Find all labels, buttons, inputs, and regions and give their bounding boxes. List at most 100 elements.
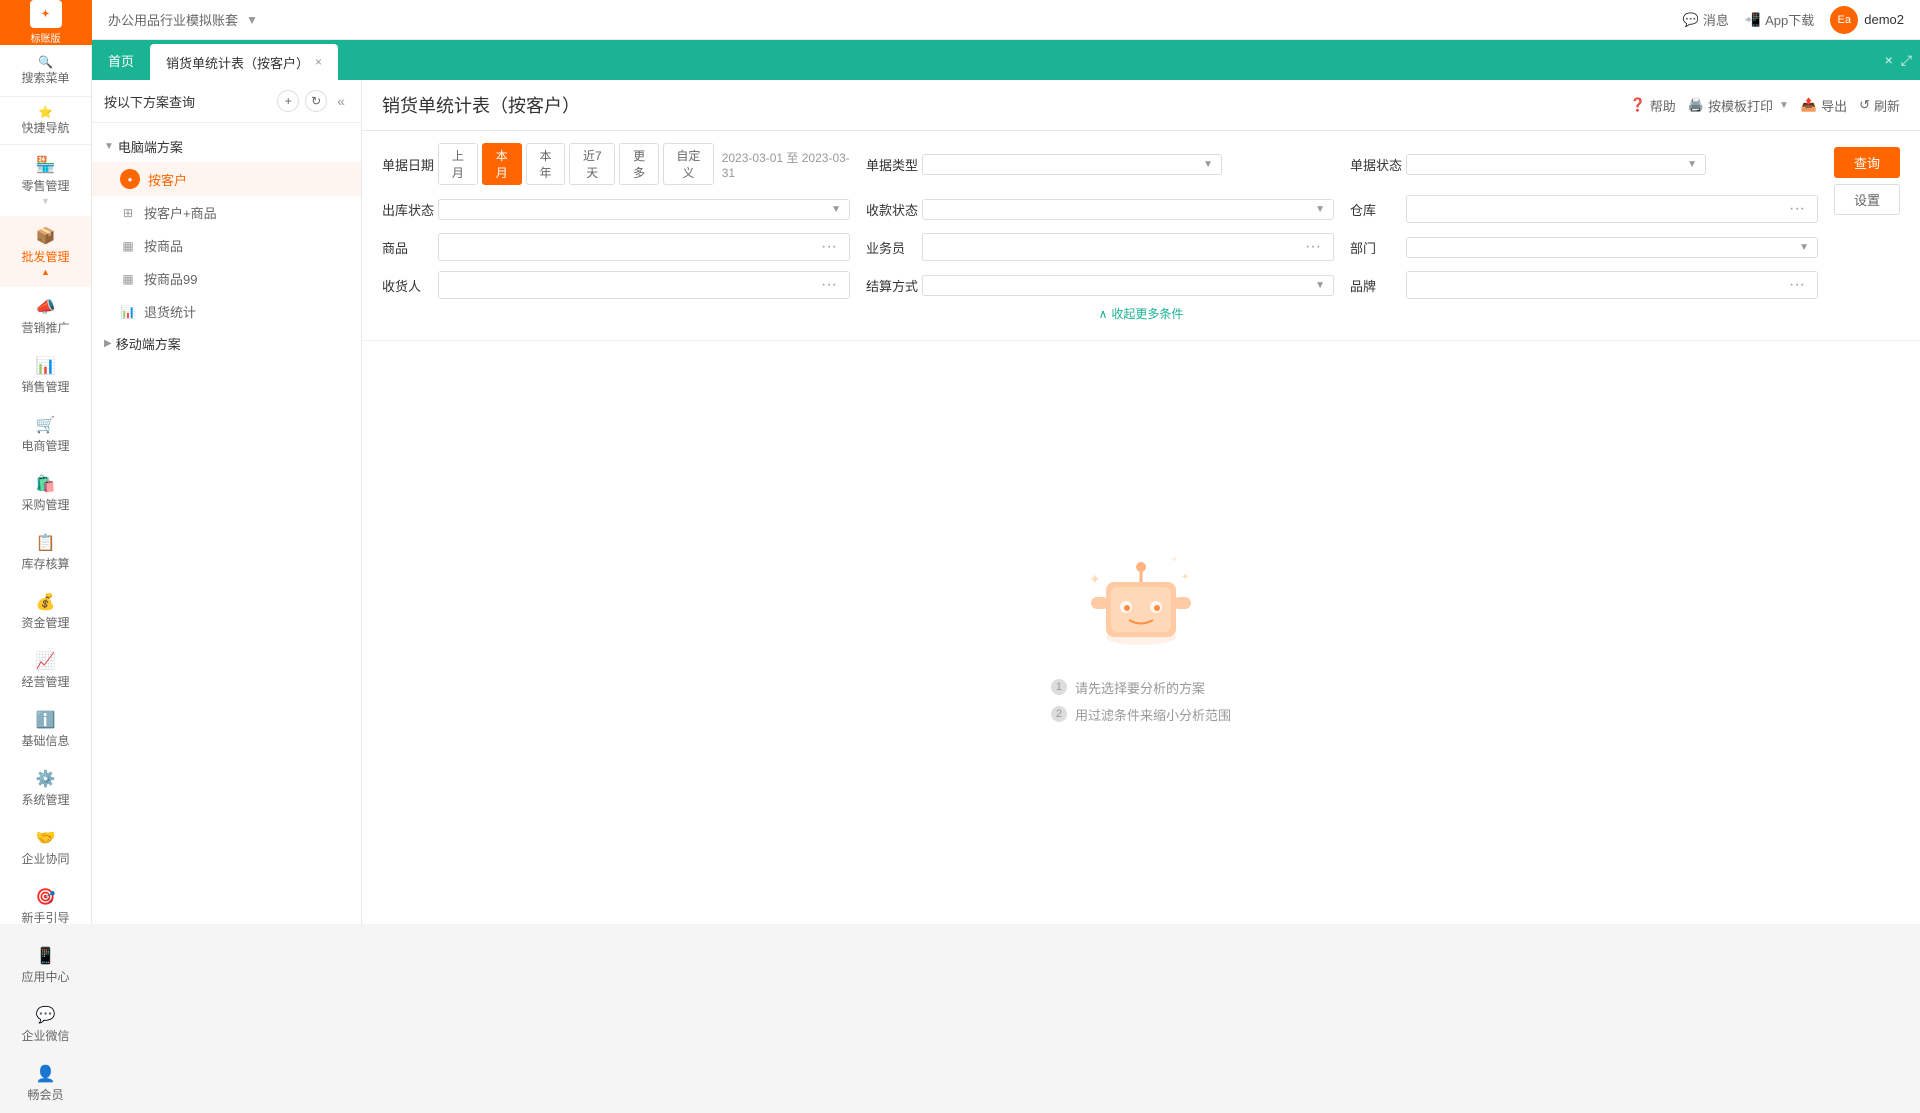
tab-close-btn[interactable]: × xyxy=(315,55,322,69)
query-button[interactable]: 查询 xyxy=(1834,147,1900,178)
help-label: 帮助 xyxy=(1650,96,1676,115)
tab-home[interactable]: 首页 xyxy=(92,40,150,80)
user-profile[interactable]: Ea demo2 xyxy=(1830,6,1904,34)
close-window-btn[interactable]: × xyxy=(1885,52,1893,69)
settlement-select[interactable]: ▼ xyxy=(922,275,1334,296)
order-status-select[interactable]: ▼ xyxy=(1406,154,1706,175)
order-type-select[interactable]: ▼ xyxy=(922,154,1222,175)
filter-date-field: 单据日期 上月 本月 本年 近7天 更多 自定义 2023-03-01 至 20… xyxy=(382,143,850,185)
date-filter: 上月 本月 本年 近7天 更多 自定义 2023-03-01 至 2023-03… xyxy=(438,143,850,185)
scheme-item-by-customer-goods[interactable]: ⊞ 按客户+商品 xyxy=(92,196,361,229)
quick-nav[interactable]: ⭐ 快捷导航 xyxy=(0,97,91,145)
sidebar-item-newbie[interactable]: 🎯 新手引导 xyxy=(0,877,91,936)
sidebar-item-ecommerce[interactable]: 🛒 电商管理 xyxy=(0,405,91,464)
receipt-status-select[interactable]: ▼ xyxy=(922,199,1334,220)
export-action[interactable]: 📤 导出 xyxy=(1801,96,1847,115)
marketing-icon: 📣 xyxy=(36,297,56,317)
sidebar-item-finance[interactable]: 💰 资金管理 xyxy=(0,582,91,641)
goods-dots[interactable]: ··· xyxy=(817,238,841,256)
date-btn-more[interactable]: 更多 xyxy=(619,143,659,185)
finance-icon: 💰 xyxy=(36,592,56,612)
settings-button[interactable]: 设置 xyxy=(1834,184,1900,215)
brand-dots[interactable]: ··· xyxy=(1785,276,1809,294)
scheme-list: ▼ 电脑端方案 ● 按客户 ⊞ 按客户+商品 xyxy=(92,123,361,924)
goods-select[interactable]: ··· xyxy=(438,233,850,261)
order-type-arrow: ▼ xyxy=(1203,159,1213,170)
date-btn-last-7[interactable]: 近7天 xyxy=(569,143,615,185)
scheme-panel: 按以下方案查询 + ↻ « ▼ 电脑端方案 xyxy=(92,80,362,924)
sidebar-item-retail[interactable]: 🏪 零售管理 ▼ xyxy=(0,145,91,216)
sidebar-item-system[interactable]: ⚙️ 系统管理 xyxy=(0,759,91,818)
brand-select[interactable]: ··· xyxy=(1406,271,1818,299)
message-action[interactable]: 💬 消息 xyxy=(1683,10,1729,29)
sidebar-item-apps[interactable]: 📱 应用中心 xyxy=(0,936,91,995)
sidebar-item-member[interactable]: 👤 畅会员 xyxy=(0,1054,91,1113)
scheme-item-return-stat[interactable]: 📊 退货统计 xyxy=(92,295,361,328)
receiver-select[interactable]: ··· xyxy=(438,271,850,299)
scheme-collapse-btn[interactable]: « xyxy=(333,91,349,111)
newbie-icon: 🎯 xyxy=(36,887,56,907)
account-dropdown-arrow[interactable]: ▼ xyxy=(246,13,258,27)
receiver-dots[interactable]: ··· xyxy=(817,276,841,294)
export-label: 导出 xyxy=(1821,96,1847,115)
receipt-status-label: 收款状态 xyxy=(866,200,922,219)
settlement-arrow: ▼ xyxy=(1315,280,1325,291)
operations-icon: 📈 xyxy=(36,651,56,671)
scheme-add-btn[interactable]: + xyxy=(277,90,299,112)
empty-state: ✦ ✦ ✦ 1 请先选择要分析的方案 2 用过滤条件来缩小分析范围 xyxy=(362,341,1920,924)
department-select[interactable]: ▼ xyxy=(1406,237,1818,258)
search-icon: 🔍 xyxy=(38,55,53,69)
sidebar: ✦ 标账版 🔍 搜索菜单 ⭐ 快捷导航 🏪 零售管理 ▼ 📦 批发管理 ▲ 📣 … xyxy=(0,0,92,924)
salesman-dots[interactable]: ··· xyxy=(1301,238,1325,256)
page-header-actions: ❓ 帮助 🖨️ 按模板打印 ▼ 📤 导出 ↺ xyxy=(1630,96,1900,115)
search-menu[interactable]: 🔍 搜索菜单 xyxy=(0,45,91,97)
sidebar-item-sales[interactable]: 📊 销售管理 xyxy=(0,346,91,405)
app-download-action[interactable]: 📲 App下载 xyxy=(1745,10,1814,29)
tab-bar: 首页 销货单统计表（按客户） × × ⤢ xyxy=(92,40,1920,80)
scheme-refresh-btn[interactable]: ↻ xyxy=(305,90,327,112)
collapse-more-btn[interactable]: ∧ 收起更多条件 xyxy=(382,299,1900,328)
brand-label: 品牌 xyxy=(1350,276,1406,295)
svg-text:✦: ✦ xyxy=(1171,555,1178,564)
scheme-group-mobile-header[interactable]: ▶ 移动端方案 xyxy=(92,328,361,359)
sidebar-item-purchase[interactable]: 🛍️ 采购管理 xyxy=(0,464,91,523)
warehouse-dots[interactable]: ··· xyxy=(1785,200,1809,218)
enterprise-icon: 🤝 xyxy=(36,828,56,848)
quick-nav-icon: ⭐ xyxy=(38,105,53,119)
template-print-action[interactable]: 🖨️ 按模板打印 ▼ xyxy=(1688,96,1789,115)
restore-window-btn[interactable]: ⤢ xyxy=(1901,52,1912,69)
scheme-group-desktop-header[interactable]: ▼ 电脑端方案 xyxy=(92,131,361,162)
refresh-action[interactable]: ↺ 刷新 xyxy=(1859,96,1900,115)
sidebar-item-marketing[interactable]: 📣 营销推广 xyxy=(0,287,91,346)
scheme-title: 按以下方案查询 xyxy=(104,92,195,111)
sidebar-item-enterprise[interactable]: 🤝 企业协同 xyxy=(0,818,91,877)
app-logo[interactable]: ✦ 标账版 xyxy=(0,0,92,45)
sidebar-item-wechat[interactable]: 💬 企业微信 xyxy=(0,995,91,1054)
scheme-item-by-goods-99[interactable]: ▦ 按商品99 xyxy=(92,262,361,295)
scheme-item-return-stat-label: 退货统计 xyxy=(144,302,196,321)
goods-label: 商品 xyxy=(382,238,438,257)
date-btn-this-year[interactable]: 本年 xyxy=(526,143,566,185)
page-header: 销货单统计表（按客户） ❓ 帮助 🖨️ 按模板打印 ▼ 📤 xyxy=(362,80,1920,131)
main-content: 销货单统计表（按客户） ❓ 帮助 🖨️ 按模板打印 ▼ 📤 xyxy=(362,80,1920,924)
scheme-item-by-customer[interactable]: ● 按客户 xyxy=(92,162,361,196)
date-btn-custom[interactable]: 自定义 xyxy=(663,143,714,185)
header-left: 办公用品行业模拟账套 ▼ xyxy=(108,10,258,29)
tab-sales-stat[interactable]: 销货单统计表（按客户） × xyxy=(150,44,338,80)
avatar: Ea xyxy=(1830,6,1858,34)
out-status-select[interactable]: ▼ xyxy=(438,199,850,220)
member-icon: 👤 xyxy=(36,1064,56,1084)
sidebar-item-operations[interactable]: 📈 经营管理 xyxy=(0,641,91,700)
date-btn-this-month[interactable]: 本月 xyxy=(482,143,522,185)
scheme-item-by-goods[interactable]: ▦ 按商品 xyxy=(92,229,361,262)
salesman-select[interactable]: ··· xyxy=(922,233,1334,261)
date-btn-last-month[interactable]: 上月 xyxy=(438,143,478,185)
sidebar-item-inventory[interactable]: 📋 库存核算 xyxy=(0,523,91,582)
sidebar-item-basic[interactable]: ℹ️ 基础信息 xyxy=(0,700,91,759)
wholesale-arrow: ▲ xyxy=(41,267,50,277)
sidebar-item-wholesale[interactable]: 📦 批发管理 ▲ xyxy=(0,216,91,287)
quick-nav-label: 快捷导航 xyxy=(21,121,69,135)
filter-brand-field: 品牌 ··· xyxy=(1350,271,1818,299)
help-action[interactable]: ❓ 帮助 xyxy=(1630,96,1676,115)
warehouse-select[interactable]: ··· xyxy=(1406,195,1818,223)
